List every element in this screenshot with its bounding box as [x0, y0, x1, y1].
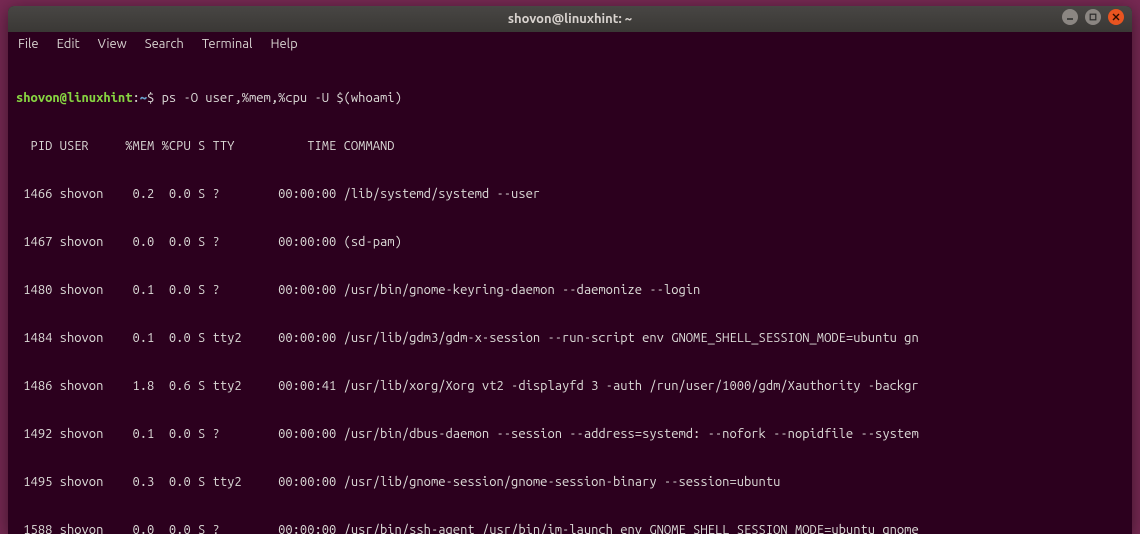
table-row: 1495 shovon 0.3 0.0 S tty2 00:00:00 /usr… [16, 474, 1124, 490]
prompt-cwd: ~ [140, 91, 147, 105]
menu-view[interactable]: View [98, 37, 127, 51]
window-title: shovon@linuxhint: ~ [8, 12, 1132, 26]
terminal-window: shovon@linuxhint: ~ File Edit View Searc… [8, 6, 1132, 534]
table-row: 1466 shovon 0.2 0.0 S ? 00:00:00 /lib/sy… [16, 186, 1124, 202]
menu-edit[interactable]: Edit [57, 37, 80, 51]
title-bar[interactable]: shovon@linuxhint: ~ [8, 6, 1132, 32]
prompt-user-host: shovon@linuxhint [16, 91, 132, 105]
menu-bar: File Edit View Search Terminal Help [8, 32, 1132, 56]
close-icon [1112, 13, 1120, 21]
minimize-icon [1066, 13, 1074, 21]
prompt-line: shovon@linuxhint:~$ ps -O user,%mem,%cpu… [16, 90, 1124, 106]
prompt-dollar: $ [147, 91, 162, 105]
window-controls [1062, 9, 1124, 25]
maximize-button[interactable] [1085, 9, 1101, 25]
table-row: 1467 shovon 0.0 0.0 S ? 00:00:00 (sd-pam… [16, 234, 1124, 250]
menu-help[interactable]: Help [270, 37, 297, 51]
prompt-colon: : [132, 91, 139, 105]
table-row: 1588 shovon 0.0 0.0 S ? 00:00:00 /usr/bi… [16, 522, 1124, 534]
maximize-icon [1089, 13, 1097, 21]
desktop-background: shovon@linuxhint: ~ File Edit View Searc… [0, 0, 1140, 534]
terminal-body[interactable]: shovon@linuxhint:~$ ps -O user,%mem,%cpu… [8, 56, 1132, 534]
table-row: 1486 shovon 1.8 0.6 S tty2 00:00:41 /usr… [16, 378, 1124, 394]
table-row: 1480 shovon 0.1 0.0 S ? 00:00:00 /usr/bi… [16, 282, 1124, 298]
table-row: 1484 shovon 0.1 0.0 S tty2 00:00:00 /usr… [16, 330, 1124, 346]
table-row: 1492 shovon 0.1 0.0 S ? 00:00:00 /usr/bi… [16, 426, 1124, 442]
menu-terminal[interactable]: Terminal [202, 37, 253, 51]
ps-header: PID USER %MEM %CPU S TTY TIME COMMAND [16, 138, 1124, 154]
minimize-button[interactable] [1062, 9, 1078, 25]
close-button[interactable] [1108, 9, 1124, 25]
menu-search[interactable]: Search [145, 37, 184, 51]
menu-file[interactable]: File [18, 37, 39, 51]
command-text: ps -O user,%mem,%cpu -U $(whoami) [162, 91, 402, 105]
